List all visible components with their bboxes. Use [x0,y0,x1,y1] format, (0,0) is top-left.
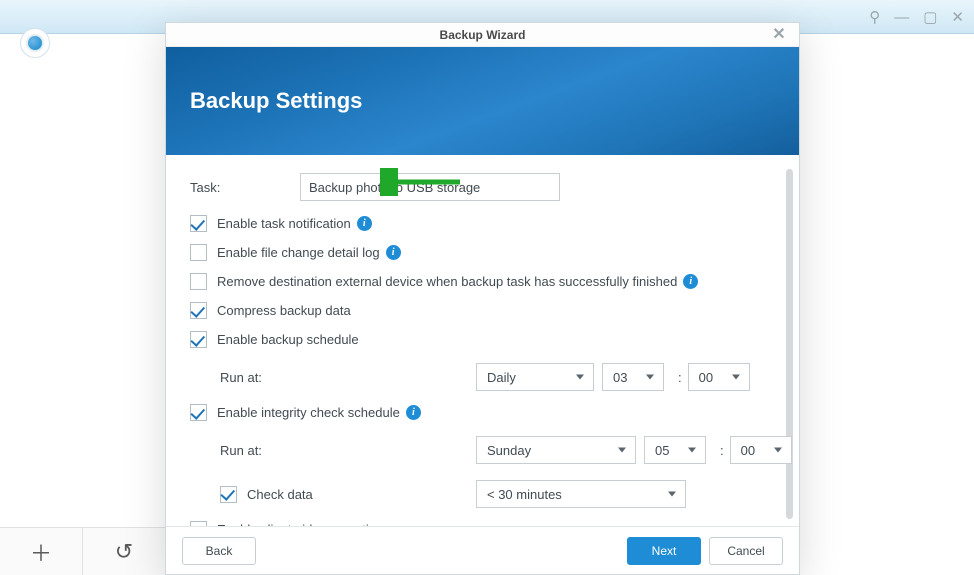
modal-titlebar: Backup Wizard ✕ [166,23,799,47]
enable-schedule-checkbox[interactable] [190,331,207,348]
plus-icon: ＋ [30,536,52,568]
back-button[interactable]: Back [182,537,256,565]
remove-destination-checkbox[interactable] [190,273,207,290]
enable-notification-label: Enable task notification [217,216,351,231]
task-label: Task: [190,180,300,195]
schedule-frequency-select[interactable]: Daily [476,363,594,391]
enable-schedule-label: Enable backup schedule [217,332,359,347]
info-icon[interactable]: i [683,274,698,289]
enable-encryption-label: Enable client-side encryption [217,522,383,526]
check-data-checkbox[interactable] [220,486,237,503]
close-icon[interactable]: ✕ [951,10,964,25]
enable-integrity-checkbox[interactable] [190,404,207,421]
integrity-day-select[interactable]: Sunday [476,436,636,464]
integrity-hour-select[interactable]: 05 [644,436,706,464]
info-icon[interactable]: i [386,245,401,260]
add-button[interactable]: ＋ [0,528,83,575]
enable-integrity-label: Enable integrity check schedule [217,405,400,420]
history-button[interactable]: ↺ [83,528,165,575]
task-name-input[interactable] [300,173,560,201]
compress-label: Compress backup data [217,303,351,318]
cancel-button[interactable]: Cancel [709,537,783,565]
pin-icon[interactable]: ⚲ [869,10,880,25]
enable-detail-log-label: Enable file change detail log [217,245,380,260]
time-separator: : [678,370,682,385]
enable-detail-log-checkbox[interactable] [190,244,207,261]
run-at-label-2: Run at: [220,443,340,458]
left-toolbar: ＋ ↺ [0,527,165,575]
modal-title: Backup Wizard [440,28,526,42]
scrollbar[interactable] [786,169,793,519]
settings-content: Task: Enable task notification i Enable … [166,155,799,526]
modal-close-button[interactable]: ✕ [767,23,791,47]
info-icon[interactable]: i [357,216,372,231]
remove-destination-label: Remove destination external device when … [217,274,677,289]
run-at-label-1: Run at: [220,370,340,385]
enable-notification-checkbox[interactable] [190,215,207,232]
next-button[interactable]: Next [627,537,701,565]
info-icon[interactable]: i [406,405,421,420]
schedule-hour-select[interactable]: 03 [602,363,664,391]
integrity-minute-select[interactable]: 00 [730,436,792,464]
check-data-label: Check data [247,487,313,502]
app-logo-icon[interactable] [20,28,50,58]
check-duration-select[interactable]: < 30 minutes [476,480,686,508]
backup-wizard-modal: Backup Wizard ✕ Backup Settings Task: En… [165,22,800,575]
desktop-window-controls: ⚲ — ▢ ✕ [869,0,964,34]
history-icon: ↺ [115,539,133,565]
schedule-minute-select[interactable]: 00 [688,363,750,391]
compress-checkbox[interactable] [190,302,207,319]
modal-banner: Backup Settings [166,47,799,155]
modal-footer: Back Next Cancel [166,526,799,574]
time-separator: : [720,443,724,458]
maximize-icon[interactable]: ▢ [923,10,937,25]
minimize-icon[interactable]: — [894,10,909,25]
enable-encryption-checkbox[interactable] [190,521,207,526]
page-title: Backup Settings [190,88,362,114]
